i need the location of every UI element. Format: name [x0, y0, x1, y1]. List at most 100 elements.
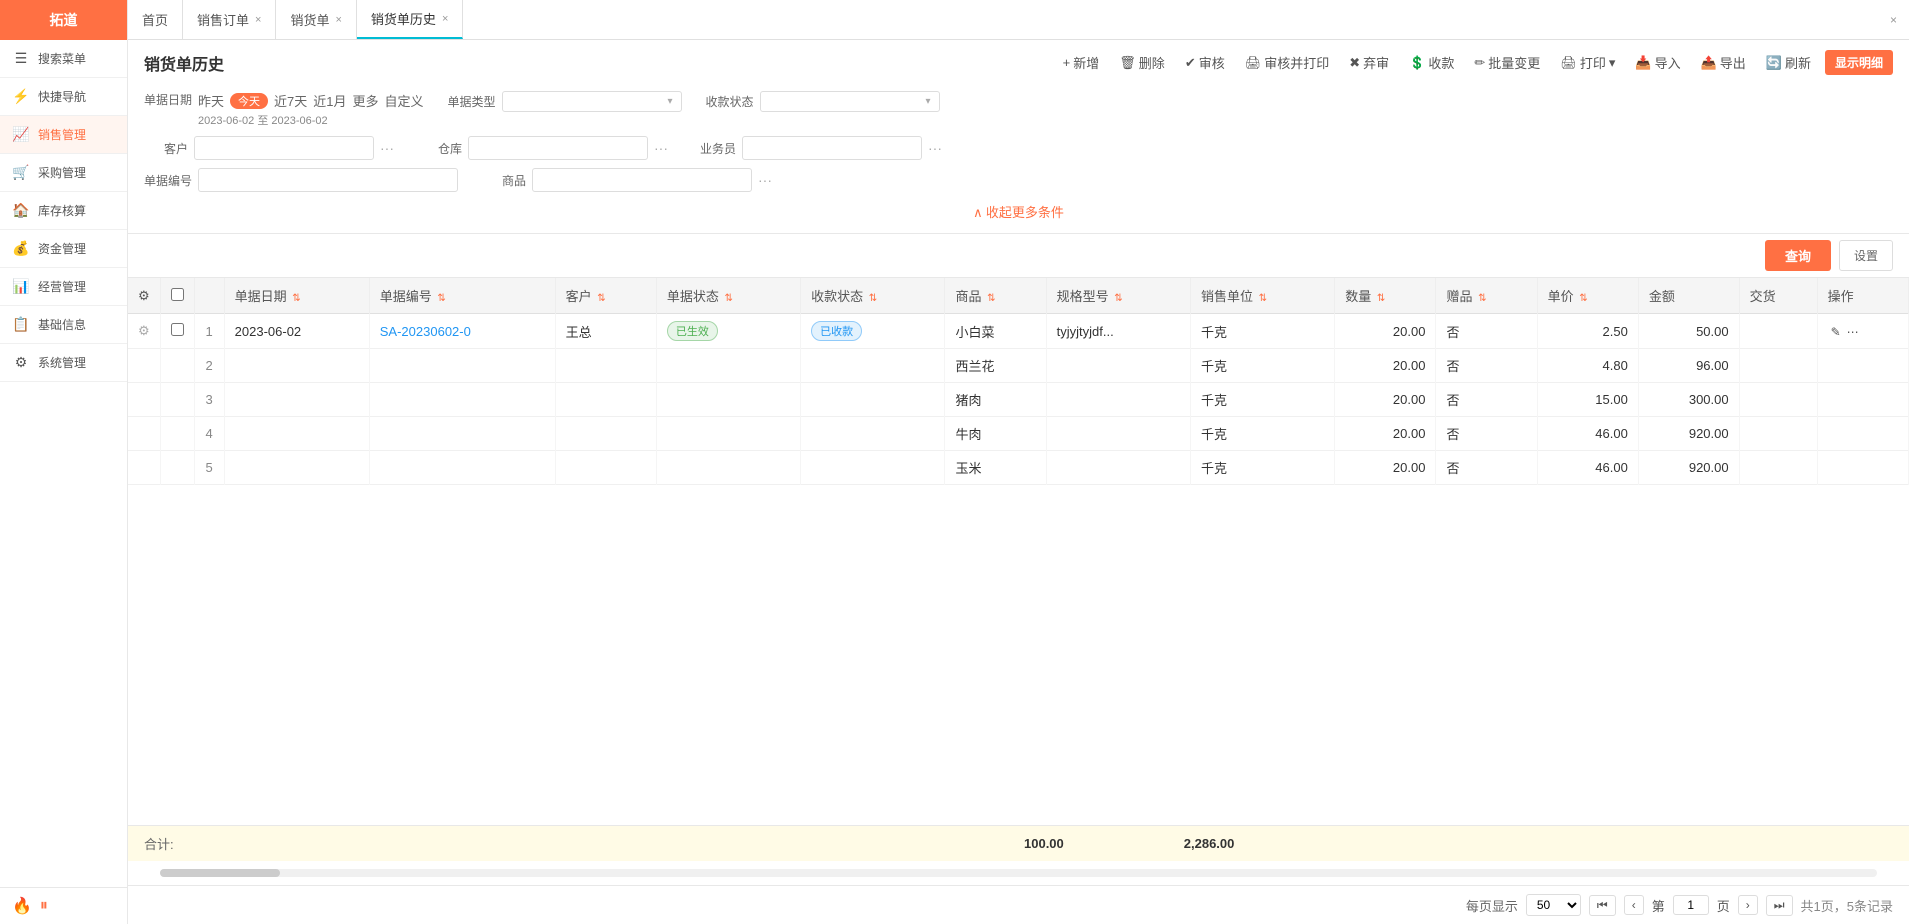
show-detail-button[interactable]: 显示明细	[1825, 50, 1893, 75]
date-shortcut-7days[interactable]: 近7天	[274, 91, 307, 110]
audit-label: 审核	[1199, 53, 1225, 72]
refresh-button[interactable]: 🔄 刷新	[1760, 50, 1817, 75]
row-action[interactable]	[1817, 349, 1908, 383]
sidebar-item-sales-mgmt[interactable]: 📈 销售管理	[0, 116, 127, 154]
tab-sales-order-close[interactable]: ×	[255, 14, 261, 26]
audit-print-label: 审核并打印	[1264, 53, 1329, 72]
next-page-button[interactable]: ›	[1738, 895, 1758, 915]
date-shortcut-more[interactable]: 更多	[353, 91, 379, 110]
row-action[interactable]: ✎⋯	[1817, 314, 1908, 349]
tab-home[interactable]: 首页	[128, 0, 183, 39]
col-doc-no[interactable]: 单据编号 ⇅	[369, 278, 555, 314]
row-gear-icon: ⚙	[138, 323, 150, 338]
close-all-button[interactable]: ×	[1878, 13, 1909, 27]
row-doc-no[interactable]	[369, 349, 555, 383]
select-all-checkbox[interactable]	[171, 288, 184, 301]
fire-icon[interactable]: 🔥	[12, 896, 32, 916]
tab-sales-order[interactable]: 销售订单 ×	[183, 0, 276, 39]
col-payment-status[interactable]: 收款状态 ⇅	[801, 278, 945, 314]
row-doc-no[interactable]	[369, 451, 555, 485]
audit-print-button[interactable]: 🖨 审核并打印	[1239, 50, 1336, 75]
col-doc-status[interactable]: 单据状态 ⇅	[656, 278, 800, 314]
pause-icon[interactable]: ⏸	[40, 897, 48, 915]
col-goods[interactable]: 商品 ⇅	[945, 278, 1046, 314]
collapse-label: 收起更多条件	[986, 205, 1064, 220]
scrollbar-thumb[interactable]	[160, 869, 280, 877]
doc-no-link[interactable]: SA-20230602-0	[380, 324, 471, 339]
tab-sales-history[interactable]: 销货单历史 ×	[357, 0, 463, 39]
col-sales-unit[interactable]: 销售单位 ⇅	[1190, 278, 1334, 314]
tab-bar: 首页 销售订单 × 销货单 × 销货单历史 × ×	[128, 0, 1909, 40]
customer-dots[interactable]: ···	[380, 140, 394, 156]
new-icon: +	[1063, 55, 1071, 70]
sidebar-item-finance[interactable]: 💰 资金管理	[0, 230, 127, 268]
col-qty[interactable]: 数量 ⇅	[1335, 278, 1436, 314]
sidebar-item-system-mgmt[interactable]: ⚙ 系统管理	[0, 344, 127, 382]
row-action[interactable]	[1817, 383, 1908, 417]
col-customer[interactable]: 客户 ⇅	[555, 278, 656, 314]
date-shortcut-custom[interactable]: 自定义	[385, 91, 424, 110]
set-button[interactable]: 设置	[1839, 240, 1893, 271]
sidebar-item-purchase-mgmt[interactable]: 🛒 采购管理	[0, 154, 127, 192]
tab-sales-history-close[interactable]: ×	[442, 13, 448, 25]
col-check[interactable]	[160, 278, 194, 314]
col-spec[interactable]: 规格型号 ⇅	[1046, 278, 1190, 314]
row-payment-status: 已收款	[801, 314, 945, 349]
sidebar-item-search-menu[interactable]: ☰ 搜索菜单	[0, 40, 127, 78]
salesperson-input[interactable]	[742, 136, 922, 160]
sidebar: 拓道 ☰ 搜索菜单 ⚡ 快捷导航 📈 销售管理 🛒 采购管理 🏠 库存核算 💰 …	[0, 0, 128, 924]
sidebar-item-quick-nav[interactable]: ⚡ 快捷导航	[0, 78, 127, 116]
warehouse-dots[interactable]: ···	[654, 140, 668, 156]
col-gear[interactable]: ⚙	[128, 278, 160, 314]
col-unit-price[interactable]: 单价 ⇅	[1537, 278, 1638, 314]
payment-status-dropdown[interactable]: ▾	[760, 91, 940, 112]
tab-sales-delivery-close[interactable]: ×	[335, 14, 341, 26]
tab-sales-delivery[interactable]: 销货单 ×	[276, 0, 356, 39]
collapse-button[interactable]: ∧ 收起更多条件	[973, 206, 1064, 220]
first-page-button[interactable]: ⏮	[1589, 895, 1616, 916]
page-size-select[interactable]: 50 20 100	[1526, 894, 1581, 916]
batch-change-button[interactable]: ✏ 批量变更	[1468, 50, 1546, 75]
table-row: 2西兰花千克20.00否4.8096.00	[128, 349, 1909, 383]
new-button[interactable]: + 新增	[1057, 50, 1106, 75]
goods-input[interactable]	[532, 168, 752, 192]
sidebar-item-operations[interactable]: 📊 经营管理	[0, 268, 127, 306]
page-input[interactable]	[1673, 895, 1709, 915]
row-doc-no[interactable]: SA-20230602-0	[369, 314, 555, 349]
horizontal-scrollbar[interactable]	[160, 869, 1877, 877]
import-button[interactable]: 📥 导入	[1629, 50, 1686, 75]
goods-dots[interactable]: ···	[758, 172, 772, 188]
date-shortcut-yesterday[interactable]: 昨天	[198, 91, 224, 110]
date-shortcut-1month[interactable]: 近1月	[313, 91, 346, 110]
audit-button[interactable]: ✔ 审核	[1179, 50, 1231, 75]
collect-button[interactable]: 💲 收款	[1403, 50, 1460, 75]
prev-page-button[interactable]: ‹	[1624, 895, 1644, 915]
customer-input[interactable]	[194, 136, 374, 160]
row-sales-unit: 千克	[1190, 451, 1334, 485]
abandon-button[interactable]: ✖ 弃审	[1343, 50, 1395, 75]
doc-type-dropdown[interactable]: ▾	[502, 91, 682, 112]
col-doc-date[interactable]: 单据日期 ⇅	[224, 278, 369, 314]
doc-no-input[interactable]	[198, 168, 458, 192]
export-button[interactable]: 📤 导出	[1695, 50, 1752, 75]
query-button[interactable]: 查询	[1765, 240, 1831, 271]
row-qty: 20.00	[1335, 417, 1436, 451]
row-checkbox[interactable]	[171, 323, 184, 336]
print-button[interactable]: 🖨 打印 ▾	[1554, 50, 1621, 75]
edit-action[interactable]: ✎	[1828, 325, 1844, 339]
sidebar-item-inventory[interactable]: 🏠 库存核算	[0, 192, 127, 230]
row-doc-no[interactable]	[369, 383, 555, 417]
row-payment-status	[801, 451, 945, 485]
salesperson-dots[interactable]: ···	[928, 140, 942, 156]
sidebar-item-basic-info[interactable]: 📋 基础信息	[0, 306, 127, 344]
row-action[interactable]	[1817, 417, 1908, 451]
warehouse-input[interactable]	[468, 136, 648, 160]
row-action[interactable]	[1817, 451, 1908, 485]
more-action[interactable]: ⋯	[1844, 325, 1862, 339]
col-gift[interactable]: 赠品 ⇅	[1436, 278, 1537, 314]
page-header: 销货单历史 + 新增 🗑 删除 ✔ 审核 🖨	[128, 40, 1909, 234]
date-shortcut-today[interactable]: 今天	[230, 93, 268, 109]
last-page-button[interactable]: ⏭	[1766, 895, 1793, 916]
row-doc-no[interactable]	[369, 417, 555, 451]
delete-button[interactable]: 🗑 删除	[1113, 50, 1171, 75]
